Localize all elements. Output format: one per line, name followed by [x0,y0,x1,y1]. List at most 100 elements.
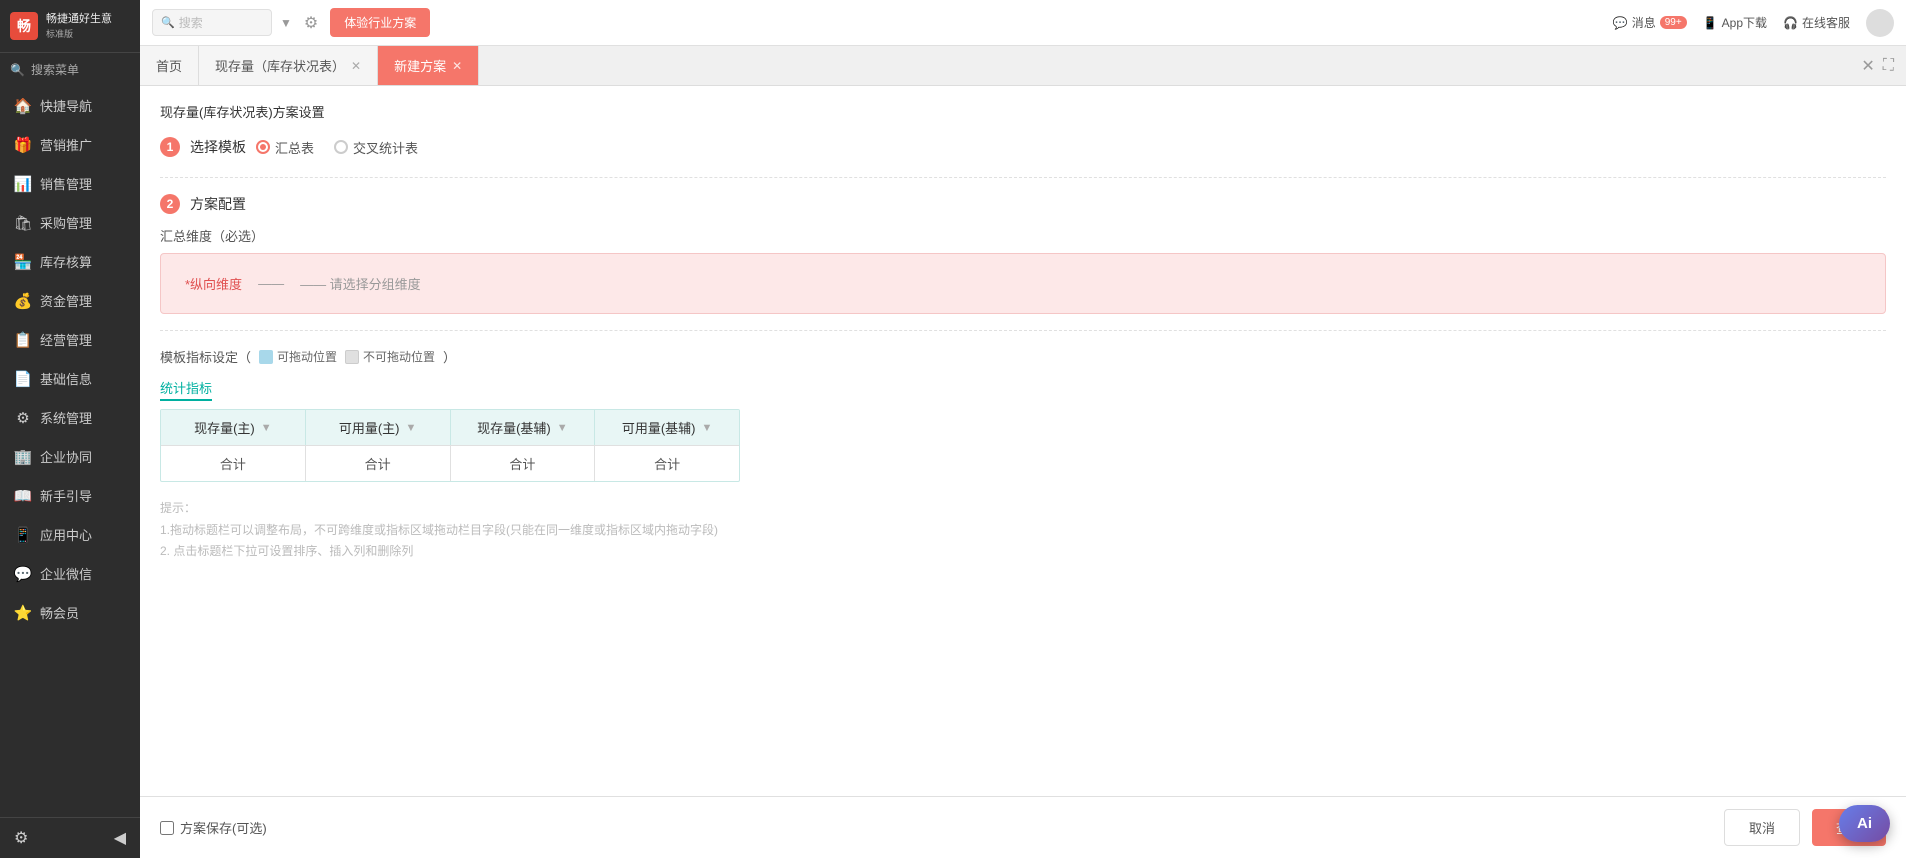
step2-title: 方案配置 [190,194,246,214]
stats-body-row: 合计 合计 合计 合计 [161,445,739,481]
ai-bubble[interactable]: Ai [1839,805,1890,842]
money-icon: 💰 [14,292,32,310]
store-icon: 🏪 [14,253,32,271]
stats-col3-body: 合计 [451,446,596,481]
topbar: 🔍 搜索 ▼ ⚙ 体验行业方案 💬 消息 99+ 📱 App下载 🎧 在线客服 [140,0,1906,46]
required-star: *纵向维度 [185,274,242,293]
sidebar-nav: 🏠 快捷导航 🎁 营销推广 📊 销售管理 🛍 采购管理 🏪 库存核算 💰 资金管… [0,86,140,817]
save-option[interactable]: 方案保存(可选) [160,818,267,837]
radio-cross-dot [334,140,348,154]
page-title: 现存量(库存状况表)方案设置 [160,102,1886,121]
step2-badge: 2 [160,194,180,214]
sidebar-item-system[interactable]: ⚙ 系统管理 [0,398,140,437]
col4-dropdown-icon[interactable]: ▼ [702,422,713,434]
col1-dropdown-icon[interactable]: ▼ [261,422,272,434]
topbar-app-download[interactable]: 📱 App下载 [1703,14,1767,31]
app-label: App下载 [1722,14,1767,31]
topbar-search-box[interactable]: 🔍 搜索 [152,9,272,36]
phone-icon: 📱 [1703,16,1718,30]
sidebar-item-label: 营销推广 [40,135,92,154]
stats-col3-header[interactable]: 现存量(基辅) ▼ [451,410,596,445]
tab-home[interactable]: 首页 [140,46,199,85]
tab-inventory-status[interactable]: 现存量（库存状况表） ✕ [199,46,378,85]
tab-home-label: 首页 [156,56,182,75]
sidebar-item-inventory[interactable]: 🏪 库存核算 [0,242,140,281]
sidebar-footer: ⚙ ◀ [0,817,140,858]
stats-col2-header[interactable]: 可用量(主) ▼ [306,410,451,445]
bag-icon: 🛍 [14,214,32,232]
chart-icon: 📊 [14,175,32,193]
col3-dropdown-icon[interactable]: ▼ [557,422,568,434]
sidebar-item-newbie[interactable]: 📖 新手引导 [0,476,140,515]
indicator-label: 模板指标设定（ 可拖动位置 不可拖动位置 ） [160,347,1886,366]
sidebar-item-enterprise[interactable]: 🏢 企业协同 [0,437,140,476]
topbar-service[interactable]: 🎧 在线客服 [1783,14,1850,31]
save-checkbox[interactable] [160,821,174,835]
tab-inventory-close[interactable]: ✕ [351,59,361,73]
dimension-area[interactable]: *纵向维度 —— —— 请选择分组维度 [160,253,1886,314]
radio-summary-label: 汇总表 [275,138,314,157]
star-icon: ⭐ [14,604,32,622]
search-text: 搜索 [179,14,203,31]
content-area: 现存量(库存状况表)方案设置 1 选择模板 汇总表 交叉统计表 [140,86,1906,858]
indicator-settings: 模板指标设定（ 可拖动位置 不可拖动位置 ） [160,347,1886,366]
radio-summary[interactable]: 汇总表 [256,138,314,157]
tab-new-scheme[interactable]: 新建方案 ✕ [378,46,479,85]
draggable-box [259,350,273,364]
window-minimize-icon[interactable]: ✕ [1861,56,1874,76]
col2-dropdown-icon[interactable]: ▼ [406,422,417,434]
stats-col4-header[interactable]: 可用量(基辅) ▼ [595,410,739,445]
sidebar-item-label: 快捷导航 [40,96,92,115]
topbar-gear-icon[interactable]: ⚙ [304,13,318,33]
phone-icon: 📱 [14,526,32,544]
clipboard-icon: 📋 [14,331,32,349]
sidebar-item-finance[interactable]: 💰 资金管理 [0,281,140,320]
experience-btn[interactable]: 体验行业方案 [330,8,430,37]
indicator-settings-text: 模板指标设定（ [160,347,251,366]
message-label: 消息 [1632,14,1656,31]
sidebar-item-label: 销售管理 [40,174,92,193]
window-expand-icon[interactable]: ⛶ [1883,57,1894,75]
cancel-button[interactable]: 取消 [1724,809,1800,846]
dimension-placeholder: —— 请选择分组维度 [300,274,421,293]
sidebar-item-quick-nav[interactable]: 🏠 快捷导航 [0,86,140,125]
col3-label: 现存量(基辅) [477,418,551,437]
sidebar-item-sales[interactable]: 📊 销售管理 [0,164,140,203]
user-avatar[interactable] [1866,9,1894,37]
non-draggable-label: 不可拖动位置 [363,348,435,365]
radio-cross-label: 交叉统计表 [353,138,418,157]
sidebar-item-marketing[interactable]: 🎁 营销推广 [0,125,140,164]
topbar-dropdown-icon[interactable]: ▼ [280,16,292,30]
sidebar-item-label: 应用中心 [40,525,92,544]
sidebar-item-purchase[interactable]: 🛍 采购管理 [0,203,140,242]
service-label: 在线客服 [1802,14,1850,31]
tab-new-close[interactable]: ✕ [452,59,462,73]
radio-summary-dot [256,140,270,154]
stats-title: 统计指标 [160,378,212,401]
app-badge: 标准版 [46,27,112,40]
chat-icon: 💬 [14,565,32,583]
stats-col1-header[interactable]: 现存量(主) ▼ [161,410,306,445]
sidebar-item-business[interactable]: 📋 经营管理 [0,320,140,359]
stats-header-row: 现存量(主) ▼ 可用量(主) ▼ 现存量(基辅) ▼ [161,410,739,445]
topbar-messages[interactable]: 💬 消息 99+ [1613,14,1687,31]
hint-area: 提示： 1.拖动标题栏可以调整布局，不可跨维度或指标区域拖动栏目字段(只能在同一… [160,498,1886,563]
dimension-dash: —— [258,276,284,291]
step1-title: 选择模板 [190,137,246,157]
gear-icon: ⚙ [14,409,32,427]
radio-cross[interactable]: 交叉统计表 [334,138,418,157]
legend-non-draggable: 不可拖动位置 [345,348,435,365]
draggable-label: 可拖动位置 [277,348,337,365]
sidebar-collapse-icon[interactable]: ◀ [114,828,126,848]
stats-section: 统计指标 现存量(主) ▼ 可用量(主) ▼ [160,378,1886,482]
gift-icon: 🎁 [14,136,32,154]
sidebar-search[interactable]: 🔍 搜索菜单 [0,53,140,86]
sidebar-item-member[interactable]: ⭐ 畅会员 [0,593,140,632]
sidebar-item-wechat[interactable]: 💬 企业微信 [0,554,140,593]
search-icon: 🔍 [161,16,175,29]
sidebar-item-label: 企业微信 [40,564,92,583]
sidebar-item-app-center[interactable]: 📱 应用中心 [0,515,140,554]
sidebar-item-basic-info[interactable]: 📄 基础信息 [0,359,140,398]
home-icon: 🏠 [14,97,32,115]
sidebar-settings-icon[interactable]: ⚙ [14,828,28,848]
